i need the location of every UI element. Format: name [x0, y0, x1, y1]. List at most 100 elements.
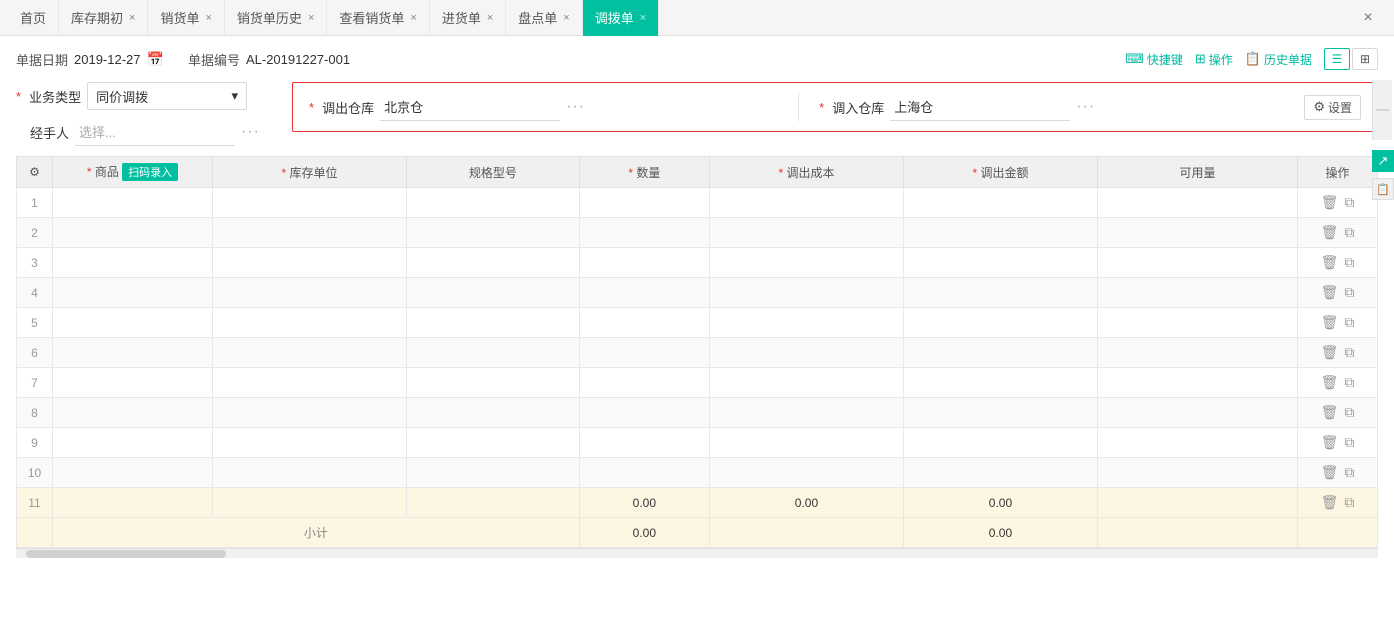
col-operation-label: 操作	[1325, 166, 1349, 180]
in-warehouse-star: *	[819, 100, 824, 115]
col-unit: 库存单位	[213, 157, 407, 188]
operation-btn[interactable]: ⊞ 操作	[1195, 51, 1233, 68]
date-field: 单据日期 2019-12-27 📅	[16, 50, 164, 69]
delete-icon-8[interactable]: 🗑	[1321, 404, 1339, 421]
tab-sales-order-label: 销货单	[160, 8, 199, 27]
row-num-5: 5	[17, 308, 53, 338]
copy-icon-11[interactable]: ⧉	[1344, 494, 1354, 511]
col-amount: 调出金额	[903, 157, 1097, 188]
copy-icon-9[interactable]: ⧉	[1344, 434, 1354, 451]
settings-button[interactable]: ⚙ 设置	[1304, 95, 1361, 120]
table-row: 9 🗑 ⧉	[17, 428, 1378, 458]
tab-purchase-close[interactable]: ×	[487, 12, 493, 24]
shortcut-btn[interactable]: ⌨ 快捷键	[1125, 51, 1183, 68]
col-settings[interactable]: ⚙	[17, 157, 53, 188]
row-available-1	[1098, 188, 1298, 218]
copy-icon-2[interactable]: ⧉	[1344, 224, 1354, 241]
subtotal-amount: 0.00	[903, 488, 1097, 518]
copy-icon-7[interactable]: ⧉	[1344, 374, 1354, 391]
sidebar-scrollbar[interactable]: │	[1372, 80, 1392, 140]
col-quantity: 数量	[579, 157, 709, 188]
delete-icon-1[interactable]: 🗑	[1321, 194, 1339, 211]
col-cost: 调出成本	[709, 157, 903, 188]
row-cost-1[interactable]	[709, 188, 903, 218]
tab-view-sales-close[interactable]: ×	[410, 12, 416, 24]
table-row: 4 🗑⧉	[17, 278, 1378, 308]
tab-inventory-init[interactable]: 库存期初 ×	[59, 0, 148, 36]
out-warehouse-value[interactable]: 北京仓	[380, 93, 560, 121]
tab-inventory-count-close[interactable]: ×	[563, 12, 569, 24]
date-label: 单据日期	[16, 50, 68, 69]
tab-sales-order[interactable]: 销货单 ×	[148, 0, 224, 36]
grid-view-btn[interactable]: ⊞	[1352, 48, 1378, 70]
person-select[interactable]: 选择...	[75, 118, 235, 146]
person-dots-btn[interactable]: ···	[241, 123, 260, 141]
business-type-group: * 业务类型 同价调拨 ▾	[16, 82, 276, 110]
history-btn[interactable]: 📋 历史单据	[1245, 51, 1312, 68]
table-row: 1 🗑 ⧉	[17, 188, 1378, 218]
in-warehouse-value[interactable]: 上海仓	[890, 93, 1070, 121]
copy-icon-1[interactable]: ⧉	[1344, 194, 1354, 211]
settings-label: 设置	[1328, 99, 1352, 116]
operation-label: 操作	[1209, 51, 1233, 68]
row-op-2: 🗑⧉	[1298, 218, 1378, 248]
row-unit-1[interactable]	[213, 188, 407, 218]
row-product-1[interactable]	[53, 188, 213, 218]
delete-icon-7[interactable]: 🗑	[1321, 374, 1339, 391]
row-spec-1[interactable]	[407, 188, 580, 218]
tab-inventory-init-close[interactable]: ×	[129, 12, 135, 24]
delete-icon-9[interactable]: 🗑	[1321, 434, 1339, 451]
col-spec-label: 规格型号	[469, 166, 517, 180]
delete-icon-3[interactable]: 🗑	[1321, 254, 1339, 271]
copy-icon-5[interactable]: ⧉	[1344, 314, 1354, 331]
row-op-5: 🗑⧉	[1298, 308, 1378, 338]
list-view-btn[interactable]: ☰	[1324, 48, 1350, 70]
calendar-icon[interactable]: 📅	[147, 51, 164, 68]
tab-home[interactable]: 首页	[8, 0, 59, 36]
tab-sales-history[interactable]: 销货单历史 ×	[225, 0, 327, 36]
product-table: ⚙ 商品 扫码录入 库存单位 规格型号 数量	[16, 156, 1378, 548]
delete-icon-6[interactable]: 🗑	[1321, 344, 1339, 361]
delete-icon-5[interactable]: 🗑	[1321, 314, 1339, 331]
view-toggle: ☰ ⊞	[1324, 48, 1378, 70]
tab-view-sales[interactable]: 查看销货单 ×	[327, 0, 429, 36]
tab-purchase[interactable]: 进货单 ×	[430, 0, 506, 36]
row-num-9: 9	[17, 428, 53, 458]
copy-icon-3[interactable]: ⧉	[1344, 254, 1354, 271]
tab-sales-order-close[interactable]: ×	[205, 12, 211, 24]
tab-inventory-count-label: 盘点单	[518, 8, 557, 27]
out-warehouse-label: 调出仓库	[322, 98, 374, 117]
table-row: 10 🗑⧉	[17, 458, 1378, 488]
scan-button[interactable]: 扫码录入	[122, 163, 178, 181]
business-type-select[interactable]: 同价调拨 ▾	[87, 82, 247, 110]
delete-icon-11[interactable]: 🗑	[1321, 494, 1339, 511]
copy-icon-8[interactable]: ⧉	[1344, 404, 1354, 421]
sidebar-expand-btn[interactable]: ↗	[1372, 150, 1394, 172]
sidebar-note-btn[interactable]: 📋	[1372, 178, 1394, 200]
row-qty-1[interactable]	[579, 188, 709, 218]
window-close-button[interactable]: ×	[1350, 0, 1386, 36]
delete-icon-10[interactable]: 🗑	[1321, 464, 1339, 481]
tab-sales-history-close[interactable]: ×	[308, 12, 314, 24]
tab-inventory-count[interactable]: 盘点单 ×	[506, 0, 582, 36]
tab-transfer[interactable]: 调拨单 ×	[583, 0, 659, 36]
row-num-1: 1	[17, 188, 53, 218]
total-row: 小计 0.00 0.00	[17, 518, 1378, 548]
tab-transfer-close[interactable]: ×	[640, 12, 646, 24]
horizontal-scrollbar[interactable]	[16, 548, 1378, 558]
row-amount-1[interactable]	[903, 188, 1097, 218]
main-content: 单据日期 2019-12-27 📅 单据编号 AL-20191227-001 ⌨…	[0, 36, 1394, 570]
delete-icon-2[interactable]: 🗑	[1321, 224, 1339, 241]
copy-icon-4[interactable]: ⧉	[1344, 284, 1354, 301]
copy-icon-6[interactable]: ⧉	[1344, 344, 1354, 361]
delete-icon-4[interactable]: 🗑	[1321, 284, 1339, 301]
col-spec: 规格型号	[407, 157, 580, 188]
number-value: AL-20191227-001	[246, 52, 350, 67]
out-warehouse-dots[interactable]: ···	[566, 98, 585, 116]
scroll-thumb[interactable]	[26, 550, 226, 558]
copy-icon-10[interactable]: ⧉	[1344, 464, 1354, 481]
date-value: 2019-12-27	[74, 52, 141, 67]
dropdown-icon: ▾	[232, 88, 239, 104]
tab-bar: 首页 库存期初 × 销货单 × 销货单历史 × 查看销货单 × 进货单 × 盘点…	[0, 0, 1394, 36]
in-warehouse-dots[interactable]: ···	[1076, 98, 1095, 116]
